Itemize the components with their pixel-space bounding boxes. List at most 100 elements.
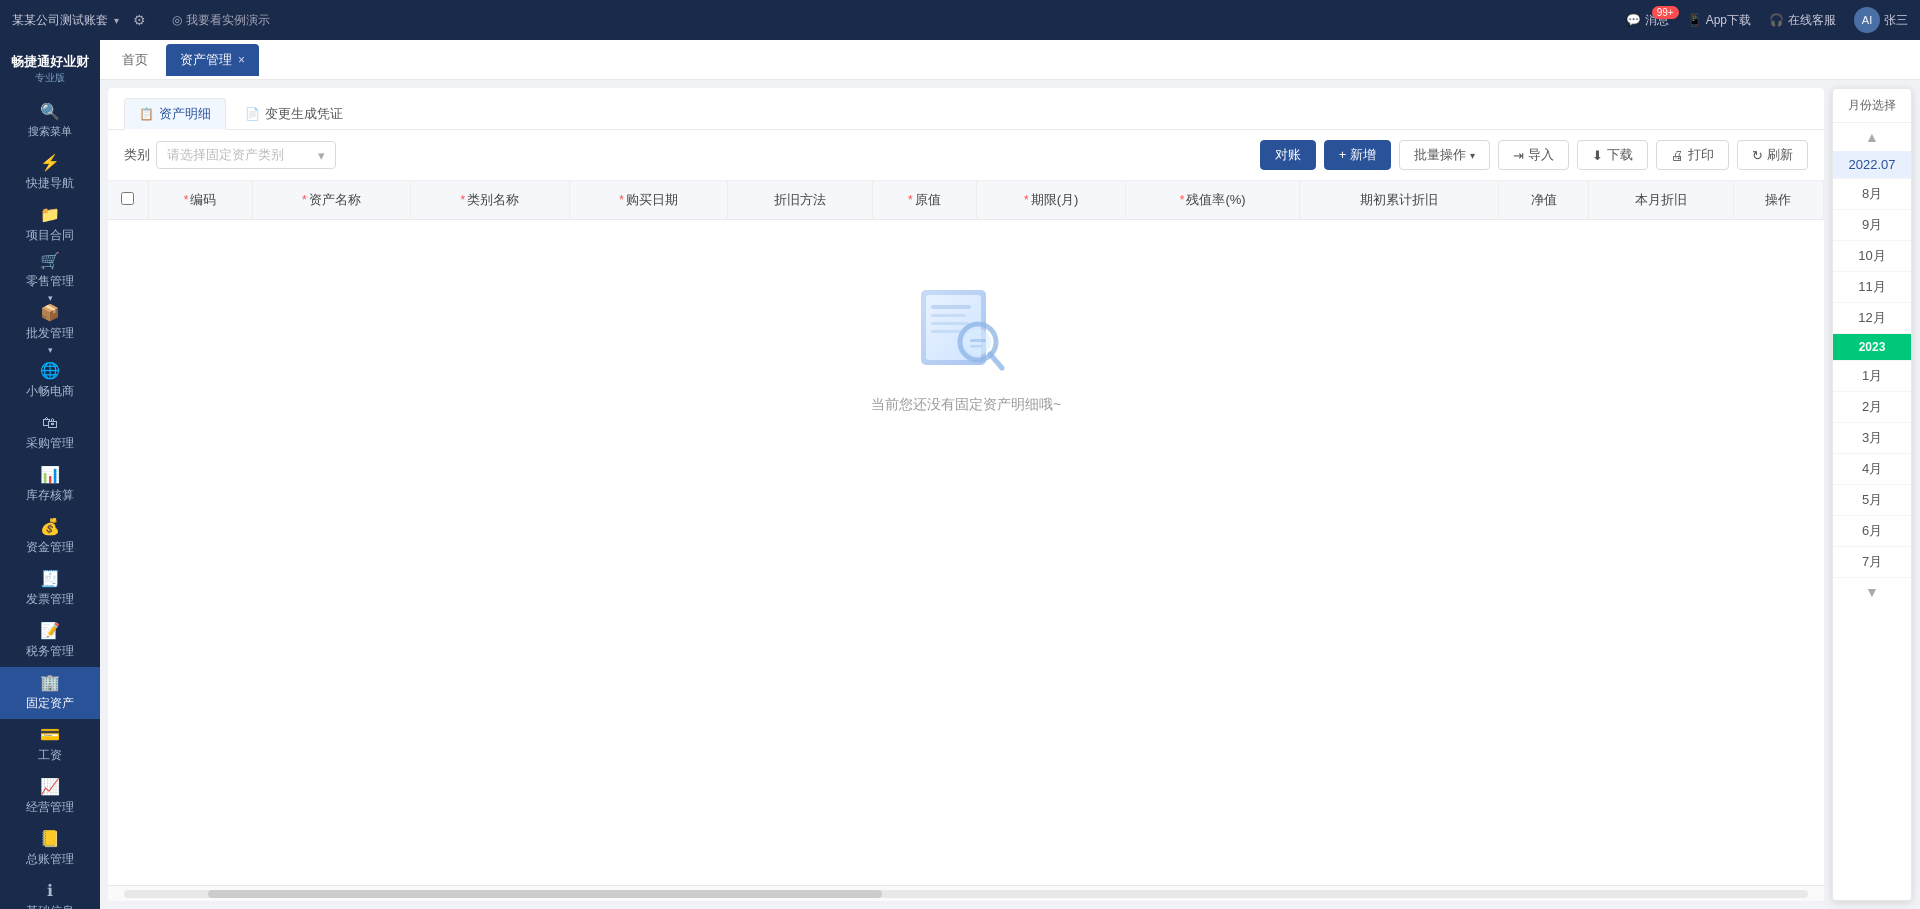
download-icon: ⬇ [1592,148,1603,163]
message-button[interactable]: 💬 消息 99+ [1626,12,1669,29]
month-picker-down-button[interactable]: ▼ [1861,582,1883,602]
month-item-current[interactable]: 2022.07 [1833,151,1911,179]
month-picker-up-button[interactable]: ▲ [1861,127,1883,147]
tab-bar: 首页 资产管理 × [100,40,1920,80]
sidebar-label-tax: 税务管理 [26,643,74,660]
headset-icon: 🎧 [1769,13,1784,27]
add-button[interactable]: + 新增 [1324,140,1391,170]
sidebar-item-fixed-assets[interactable]: 🏢 固定资产 [0,667,100,719]
import-button[interactable]: ⇥ 导入 [1498,140,1569,170]
user-info[interactable]: AI 张三 [1854,7,1908,33]
scrollbar-track [124,890,1808,898]
th-monthly-depreciation: 本月折旧 [1589,181,1734,220]
sidebar-label-inventory: 库存核算 [26,487,74,504]
toolbar: 类别 请选择固定资产类别 ▾ 对账 + 新增 批量操作 ⇥ 导入 [108,130,1824,181]
sidebar-item-ledger[interactable]: 📒 总账管理 [0,823,100,875]
th-accumulated-depreciation: 期初累计折旧 [1300,181,1499,220]
retail-arrow-icon: ▾ [48,293,53,303]
category-placeholder: 请选择固定资产类别 [167,146,284,164]
sidebar-label-ledger: 总账管理 [26,851,74,868]
sidebar-item-purchase[interactable]: 🛍 采购管理 [0,407,100,459]
sidebar-item-search[interactable]: 🔍 搜索菜单 [0,95,100,147]
year-badge-label: 2023 [1859,340,1886,354]
th-depreciation-method: 折旧方法 [728,181,873,220]
table-wrapper: *编码 *资产名称 *类别名称 *购买日期 折旧方法 *原值 *期限(月) *残… [108,181,1824,885]
sidebar-label-basic-info: 基础信息 [26,903,74,909]
sidebar-item-fund[interactable]: 💰 资金管理 [0,511,100,563]
sidebar-label-operations: 经营管理 [26,799,74,816]
sidebar-label-search: 搜索菜单 [28,124,72,139]
project-icon: 📁 [40,205,60,224]
top-bar-right: 💬 消息 99+ 📱 App下载 🎧 在线客服 AI 张三 [1626,7,1908,33]
tab-asset-management-label: 资产管理 [180,51,232,69]
category-select[interactable]: 请选择固定资产类别 ▾ [156,141,336,169]
retail-icon: 🛒 [40,251,60,270]
select-all-checkbox[interactable] [121,192,134,205]
ledger-icon: 📒 [40,829,60,848]
month-item-2023-02[interactable]: 2月 [1833,392,1911,423]
th-name: *资产名称 [252,181,411,220]
print-icon: 🖨 [1671,148,1684,163]
refresh-icon: ↻ [1752,148,1763,163]
sidebar-item-salary[interactable]: 💳 工资 [0,719,100,771]
reconcile-button[interactable]: 对账 [1260,140,1316,170]
download-button[interactable]: ⬇ 下载 [1577,140,1648,170]
month-item-2023-06[interactable]: 6月 [1833,516,1911,547]
wholesale-arrow-icon: ▾ [48,345,53,355]
online-service-button[interactable]: 🎧 在线客服 [1769,12,1836,29]
settings-icon[interactable]: ⚙ [133,12,146,28]
sidebar-label-quick-nav: 快捷导航 [26,175,74,192]
month-picker: 月份选择 ▲ 2022.07 8月 9月 10月 [1832,88,1912,901]
month-label: 2月 [1862,398,1882,416]
refresh-button[interactable]: ↻ 刷新 [1737,140,1808,170]
app-download-button[interactable]: 📱 App下载 [1687,12,1751,29]
month-item-2022-08[interactable]: 8月 [1833,179,1911,210]
sidebar-item-ecommerce[interactable]: 🌐 小畅电商 [0,355,100,407]
th-residual-rate: *残值率(%) [1126,181,1300,220]
sidebar-label-ecommerce: 小畅电商 [26,383,74,400]
sidebar-item-operations[interactable]: 📈 经营管理 [0,771,100,823]
month-item-2022-09[interactable]: 9月 [1833,210,1911,241]
user-name: 张三 [1884,12,1908,29]
demo-button[interactable]: ◎ 我要看实例演示 [172,12,270,29]
sidebar-label-project: 项目合同 [26,227,74,244]
app-name: 畅捷通好业财 [8,54,92,71]
month-item-2023-01[interactable]: 1月 [1833,361,1911,392]
sidebar-item-project-contract[interactable]: 📁 项目合同 [0,199,100,251]
month-item-2022-10[interactable]: 10月 [1833,241,1911,272]
tab-close-icon[interactable]: × [238,53,245,67]
month-label: 6月 [1862,522,1882,540]
month-label: 10月 [1858,247,1885,265]
fixed-assets-icon: 🏢 [40,673,60,692]
th-net-value: 净值 [1499,181,1589,220]
bottom-scrollbar[interactable] [108,885,1824,901]
month-item-2023-05[interactable]: 5月 [1833,485,1911,516]
tab-home[interactable]: 首页 [108,44,162,76]
sub-tab-asset-detail[interactable]: 📋 资产明细 [124,98,226,130]
app-logo: 畅捷通好业财 专业版 [0,40,100,95]
print-button[interactable]: 🖨 打印 [1656,140,1729,170]
sub-tab-change-voucher[interactable]: 📄 变更生成凭证 [230,98,358,130]
sidebar-item-wholesale[interactable]: 📦 批发管理 ▾ [0,303,100,355]
search-icon: 🔍 [40,102,60,121]
app-download-label: App下载 [1706,12,1751,29]
tab-asset-management[interactable]: 资产管理 × [166,44,259,76]
month-item-2022-12[interactable]: 12月 [1833,303,1911,334]
month-item-2023-07[interactable]: 7月 [1833,547,1911,578]
sidebar-item-quick-nav[interactable]: ⚡ 快捷导航 [0,147,100,199]
tax-icon: 📝 [40,621,60,640]
month-item-2022-11[interactable]: 11月 [1833,272,1911,303]
month-label: 8月 [1862,185,1882,203]
th-purchase-date: *购买日期 [569,181,728,220]
batch-button[interactable]: 批量操作 [1399,140,1490,170]
month-picker-current-value: 2022.07 [1849,157,1896,172]
th-period: *期限(月) [976,181,1125,220]
month-item-2023-04[interactable]: 4月 [1833,454,1911,485]
month-item-2023-03[interactable]: 3月 [1833,423,1911,454]
sidebar-item-basic-info[interactable]: ℹ 基础信息 [0,875,100,909]
sidebar-item-retail[interactable]: 🛒 零售管理 ▾ [0,251,100,303]
sidebar-item-tax[interactable]: 📝 税务管理 [0,615,100,667]
company-selector[interactable]: 某某公司测试账套 ▾ [12,12,119,29]
sidebar-item-invoice[interactable]: 🧾 发票管理 [0,563,100,615]
sidebar-item-inventory[interactable]: 📊 库存核算 [0,459,100,511]
